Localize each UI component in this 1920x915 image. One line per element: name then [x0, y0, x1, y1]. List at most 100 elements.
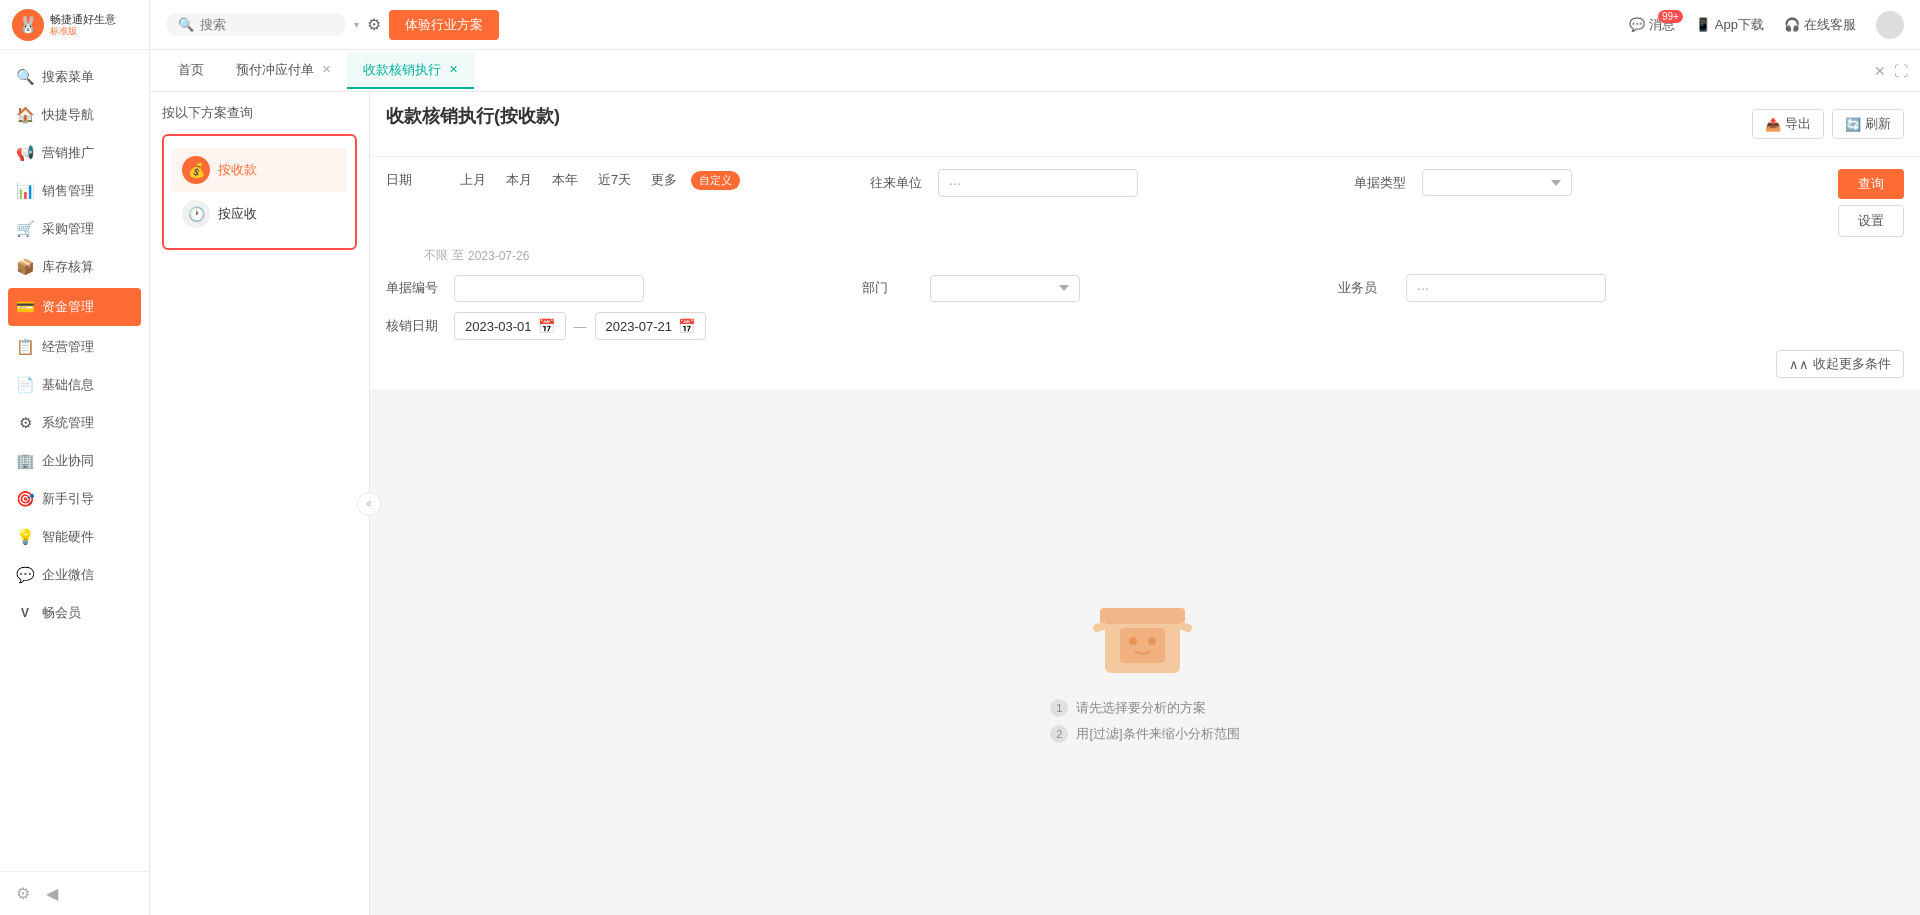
dept-select[interactable]: [930, 275, 1080, 302]
sidebar-item-search[interactable]: 🔍 搜索菜单: [0, 58, 149, 96]
date-this-month[interactable]: 本月: [500, 169, 538, 191]
sidebar-label-hardware: 智能硬件: [42, 528, 94, 546]
sidebar-label-guide: 新手引导: [42, 490, 94, 508]
query-option-by-receipt[interactable]: 💰 按收款: [172, 148, 347, 192]
expand-tabs-icon[interactable]: ⛶: [1894, 63, 1908, 79]
sidebar-item-guide[interactable]: 🎯 新手引导: [0, 480, 149, 518]
app-name: 畅捷通好生意: [50, 12, 116, 26]
hint-num-1: 1: [1050, 699, 1068, 717]
doctype-filter-label: 单据类型: [1354, 174, 1414, 192]
sidebar-item-inventory[interactable]: 📦 库存核算: [0, 248, 149, 286]
filter-btn-group: 查询 设置: [1838, 169, 1904, 237]
date-this-year[interactable]: 本年: [546, 169, 584, 191]
calendar-from-icon[interactable]: 📅: [538, 318, 555, 334]
refresh-button[interactable]: 🔄 刷新: [1832, 109, 1904, 139]
message-badge: 99+: [1658, 10, 1683, 23]
date-filter-label: 日期: [386, 171, 446, 189]
solution-button[interactable]: 体验行业方案: [389, 10, 499, 40]
query-panel: 按以下方案查询 💰 按收款 🕐 按应收 «: [150, 92, 370, 915]
partner-filter: 往来单位 ···: [870, 169, 1338, 197]
sidebar-item-purchase[interactable]: 🛒 采购管理: [0, 210, 149, 248]
sidebar-item-member[interactable]: V 畅会员: [0, 594, 149, 632]
sidebar-label-enterprise: 企业协同: [42, 452, 94, 470]
empty-hints: 1 请先选择要分析的方案 2 用[过滤]条件来缩小分析范围: [1050, 699, 1239, 743]
partner-dots[interactable]: ···: [949, 175, 961, 191]
close-all-tabs-icon[interactable]: ✕: [1874, 63, 1886, 79]
offset-date-to-field[interactable]: 2023-07-21 📅: [595, 312, 707, 340]
tab-receipt-offset[interactable]: 收款核销执行 ✕: [347, 53, 474, 89]
logo-text: 畅捷通好生意 标准版: [50, 12, 116, 38]
app-download-button[interactable]: 📱 App下载: [1695, 16, 1764, 34]
sidebar-item-enterprise[interactable]: 🏢 企业协同: [0, 442, 149, 480]
sidebar-item-funds[interactable]: 💳 资金管理: [8, 288, 141, 326]
date-last-month[interactable]: 上月: [454, 169, 492, 191]
custom-date-badge[interactable]: 自定义: [691, 171, 740, 190]
collapse-filter-button[interactable]: ∧∧ 收起更多条件: [1776, 350, 1904, 378]
offset-date-from: 2023-03-01: [465, 319, 532, 334]
purchase-icon: 🛒: [16, 220, 34, 238]
sidebar-item-system[interactable]: ⚙ 系统管理: [0, 404, 149, 442]
filter-row-3: 核销日期 2023-03-01 📅 — 2023-07-21 📅: [386, 312, 1904, 340]
query-button[interactable]: 查询: [1838, 169, 1904, 199]
hint-num-2: 2: [1050, 725, 1068, 743]
tab-home-label: 首页: [178, 61, 204, 79]
tab-receipt-offset-close[interactable]: ✕: [449, 63, 458, 76]
search-input[interactable]: [200, 17, 320, 32]
app-icon: 📱: [1695, 17, 1711, 32]
dropdown-arrow-icon[interactable]: ▾: [354, 19, 359, 30]
topbar-left: 🔍 ▾ ⚙ 体验行业方案: [166, 10, 1617, 40]
docnum-input[interactable]: [454, 275, 644, 302]
funds-icon: 💳: [16, 298, 34, 316]
export-button[interactable]: 📤 导出: [1752, 109, 1824, 139]
hint-text-2: 用[过滤]条件来缩小分析范围: [1076, 725, 1239, 743]
salesperson-filter-label: 业务员: [1338, 279, 1398, 297]
by-receivable-label: 按应收: [218, 205, 257, 223]
doctype-filter: 单据类型: [1354, 169, 1822, 196]
sidebar-item-hardware[interactable]: 💡 智能硬件: [0, 518, 149, 556]
dept-filter-label: 部门: [862, 279, 922, 297]
offset-date-from-field[interactable]: 2023-03-01 📅: [454, 312, 566, 340]
sidebar-label-basic-info: 基础信息: [42, 376, 94, 394]
doctype-select[interactable]: [1422, 169, 1572, 196]
svg-rect-2: [1120, 628, 1165, 663]
sales-icon: 📊: [16, 182, 34, 200]
tabbar: 首页 预付冲应付单 ✕ 收款核销执行 ✕ ✕ ⛶: [150, 50, 1920, 92]
user-avatar[interactable]: [1876, 11, 1904, 39]
basic-info-icon: 📄: [16, 376, 34, 394]
tab-receipt-offset-label: 收款核销执行: [363, 61, 441, 79]
sidebar: 🐰 畅捷通好生意 标准版 🔍 搜索菜单 🏠 快捷导航 📢 营销推广 📊 销售管理…: [0, 0, 150, 915]
topbar: 🔍 ▾ ⚙ 体验行业方案 💬 消息 99+ 📱 App下载 🎧 在线客服: [150, 0, 1920, 50]
section-content: 收款核销执行(按收款) 📤 导出 🔄 刷新: [370, 92, 1920, 915]
message-button[interactable]: 💬 消息 99+: [1629, 16, 1675, 34]
settings-footer-icon[interactable]: ⚙: [16, 884, 30, 903]
sidebar-item-wechat[interactable]: 💬 企业微信: [0, 556, 149, 594]
sidebar-item-marketing[interactable]: 📢 营销推广: [0, 134, 149, 172]
salesperson-input[interactable]: ···: [1406, 274, 1606, 302]
setting-button[interactable]: 设置: [1838, 205, 1904, 237]
enterprise-icon: 🏢: [16, 452, 34, 470]
sidebar-item-quick-nav[interactable]: 🏠 快捷导航: [0, 96, 149, 134]
offset-date-filter: 核销日期 2023-03-01 📅 — 2023-07-21 📅: [386, 312, 706, 340]
sidebar-item-basic-info[interactable]: 📄 基础信息: [0, 366, 149, 404]
gear-icon[interactable]: ⚙: [367, 15, 381, 34]
date-last-7days[interactable]: 近7天: [592, 169, 637, 191]
sidebar-item-sales[interactable]: 📊 销售管理: [0, 172, 149, 210]
collapse-sidebar-icon[interactable]: ◀: [46, 884, 58, 903]
calendar-to-icon[interactable]: 📅: [678, 318, 695, 334]
tabbar-actions: ✕ ⛶: [1874, 63, 1908, 79]
filter-row-2: 单据编号 部门 业务员 ···: [386, 274, 1904, 302]
query-option-by-receivable[interactable]: 🕐 按应收: [172, 192, 347, 236]
tab-prepay[interactable]: 预付冲应付单 ✕: [220, 53, 347, 89]
tab-home[interactable]: 首页: [162, 53, 220, 89]
guide-icon: 🎯: [16, 490, 34, 508]
collapse-panel-button[interactable]: «: [357, 492, 381, 516]
online-service-button[interactable]: 🎧 在线客服: [1784, 16, 1856, 34]
date-more[interactable]: 更多: [645, 169, 683, 191]
search-area[interactable]: 🔍: [166, 13, 346, 36]
tab-prepay-close[interactable]: ✕: [322, 63, 331, 76]
receipt-icon: 💰: [182, 156, 210, 184]
offset-date-filter-label: 核销日期: [386, 317, 446, 335]
salesperson-dots[interactable]: ···: [1417, 280, 1429, 296]
sidebar-item-operations[interactable]: 📋 经营管理: [0, 328, 149, 366]
partner-input[interactable]: ···: [938, 169, 1138, 197]
